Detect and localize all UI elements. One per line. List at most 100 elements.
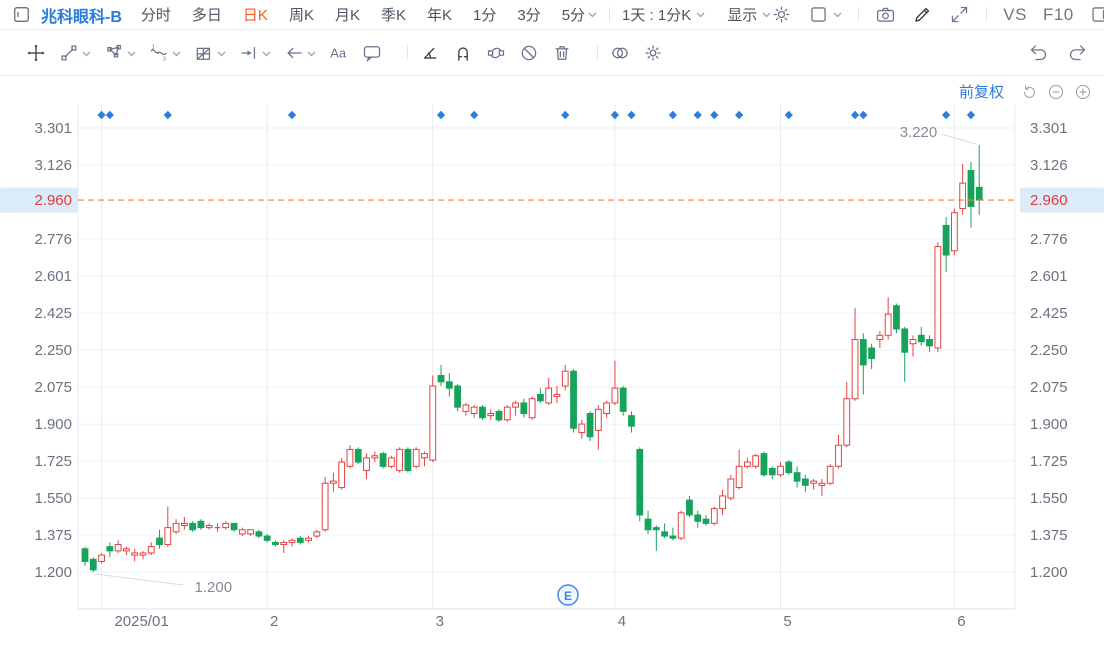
candle: [214, 523, 221, 532]
event-marker[interactable]: [859, 110, 868, 120]
delete-drawings-tool[interactable]: [552, 43, 572, 63]
zoom-out-icon[interactable]: [1047, 83, 1065, 101]
event-marker[interactable]: [668, 110, 677, 120]
event-marker[interactable]: [470, 110, 479, 120]
candle: [686, 495, 693, 518]
display-menu[interactable]: 显示: [727, 4, 771, 25]
event-marker[interactable]: [561, 110, 570, 120]
candle: [934, 242, 942, 353]
event-marker[interactable]: [735, 110, 744, 120]
event-marker[interactable]: [105, 110, 114, 120]
redo-icon[interactable]: [1067, 42, 1088, 63]
event-marker[interactable]: [850, 110, 860, 120]
candle: [959, 164, 967, 215]
candle: [421, 451, 428, 467]
period-tab-多日[interactable]: 多日: [192, 4, 222, 25]
reset-zoom-icon[interactable]: [1021, 83, 1038, 100]
period-tab-3分[interactable]: 3分: [517, 4, 540, 25]
compare-overlay-tool[interactable]: [610, 43, 630, 63]
fullscreen-expand[interactable]: [949, 4, 970, 25]
angle-tool[interactable]: [420, 43, 440, 63]
period-tab-分时[interactable]: 分时: [141, 4, 171, 25]
candle: [330, 472, 337, 492]
price-arrow-tool[interactable]: [239, 43, 271, 63]
interval-selector[interactable]: 1天 : 1分K: [622, 4, 705, 25]
right-panel-toggle[interactable]: [1090, 4, 1104, 25]
chevron-down-icon: [82, 44, 91, 62]
svg-text:1: 1: [152, 44, 155, 50]
candle: [727, 474, 735, 501]
price-adjustment-mode[interactable]: 前复权: [959, 81, 1004, 102]
pan-tool[interactable]: [26, 43, 46, 63]
vs-compare-button[interactable]: VS: [1003, 5, 1027, 25]
wave-count-tool[interactable]: 13: [149, 43, 181, 63]
drawing-settings-tool[interactable]: [643, 43, 663, 63]
candle: [379, 451, 387, 469]
event-marker[interactable]: [627, 110, 636, 120]
event-marker[interactable]: [97, 110, 106, 120]
svg-text:4: 4: [618, 613, 626, 630]
stock-name[interactable]: 兆科眼科-B: [41, 3, 122, 27]
event-marker[interactable]: [710, 110, 719, 120]
candle: [644, 510, 652, 534]
svg-text:3.301: 3.301: [34, 120, 72, 137]
undo-icon[interactable]: [1028, 42, 1049, 63]
candle: [296, 536, 304, 545]
draw-pencil[interactable]: [912, 4, 933, 25]
candle: [628, 411, 635, 433]
candle: [586, 411, 594, 441]
period-tab-5分[interactable]: 5分: [562, 4, 597, 25]
candle: [321, 476, 329, 532]
chart-settings-gear[interactable]: [771, 4, 792, 25]
candle: [131, 548, 139, 562]
arrow-tool[interactable]: [284, 43, 316, 63]
candle: [801, 474, 809, 492]
event-marker[interactable]: [942, 110, 951, 120]
event-badge[interactable]: E: [557, 584, 579, 606]
interval-selector-label: 1天 : 1分K: [622, 7, 692, 24]
event-marker[interactable]: [436, 110, 446, 120]
svg-text:E: E: [564, 589, 572, 603]
event-marker[interactable]: [610, 110, 620, 120]
layout-selector[interactable]: [808, 4, 842, 25]
candle: [98, 552, 105, 564]
candle: [744, 457, 751, 469]
svg-text:2.960: 2.960: [34, 192, 72, 209]
continuous-draw-tool[interactable]: [486, 43, 506, 63]
event-marker[interactable]: [693, 110, 702, 120]
high-price-label: 3.220: [900, 124, 938, 141]
zoom-in-icon[interactable]: [1074, 83, 1092, 101]
magnet-tool[interactable]: [453, 43, 473, 63]
f10-info-button[interactable]: F10: [1043, 5, 1074, 25]
hide-drawings-tool[interactable]: [519, 43, 539, 63]
candle: [719, 489, 726, 515]
period-tab-月K[interactable]: 月K: [335, 4, 360, 25]
screenshot-camera[interactable]: [875, 4, 896, 25]
shape-tool[interactable]: [104, 43, 136, 63]
event-marker[interactable]: [966, 110, 976, 120]
period-tab-1分[interactable]: 1分: [473, 4, 496, 25]
window-icon[interactable]: [12, 5, 31, 24]
event-marker[interactable]: [784, 110, 793, 120]
candle: [859, 333, 867, 395]
svg-text:1.550: 1.550: [1030, 490, 1068, 507]
svg-text:3.126: 3.126: [34, 157, 72, 174]
candle: [139, 550, 147, 560]
event-marker[interactable]: [287, 110, 297, 120]
trendline-tool[interactable]: [59, 43, 91, 63]
candle: [462, 402, 470, 416]
period-tab-日K[interactable]: 日K: [243, 4, 268, 25]
period-tab-年K[interactable]: 年K: [427, 4, 452, 25]
candle: [545, 377, 553, 406]
candle: [354, 447, 362, 465]
drawing-toolbar: 1 3 Aa: [0, 30, 1104, 76]
text-tool[interactable]: Aa: [329, 43, 349, 63]
chevron-down-icon: [172, 44, 181, 62]
chart-area: 前复权 3.301 3.301 3.126 3.126 2.776 2.776 2.601 2…: [0, 76, 1104, 649]
period-tab-季K[interactable]: 季K: [381, 4, 406, 25]
svg-text:2.075: 2.075: [1030, 379, 1068, 396]
event-marker[interactable]: [163, 110, 172, 120]
gann-fib-tool[interactable]: [194, 43, 226, 63]
period-tab-周K[interactable]: 周K: [289, 4, 314, 25]
note-bubble-tool[interactable]: [362, 43, 382, 63]
